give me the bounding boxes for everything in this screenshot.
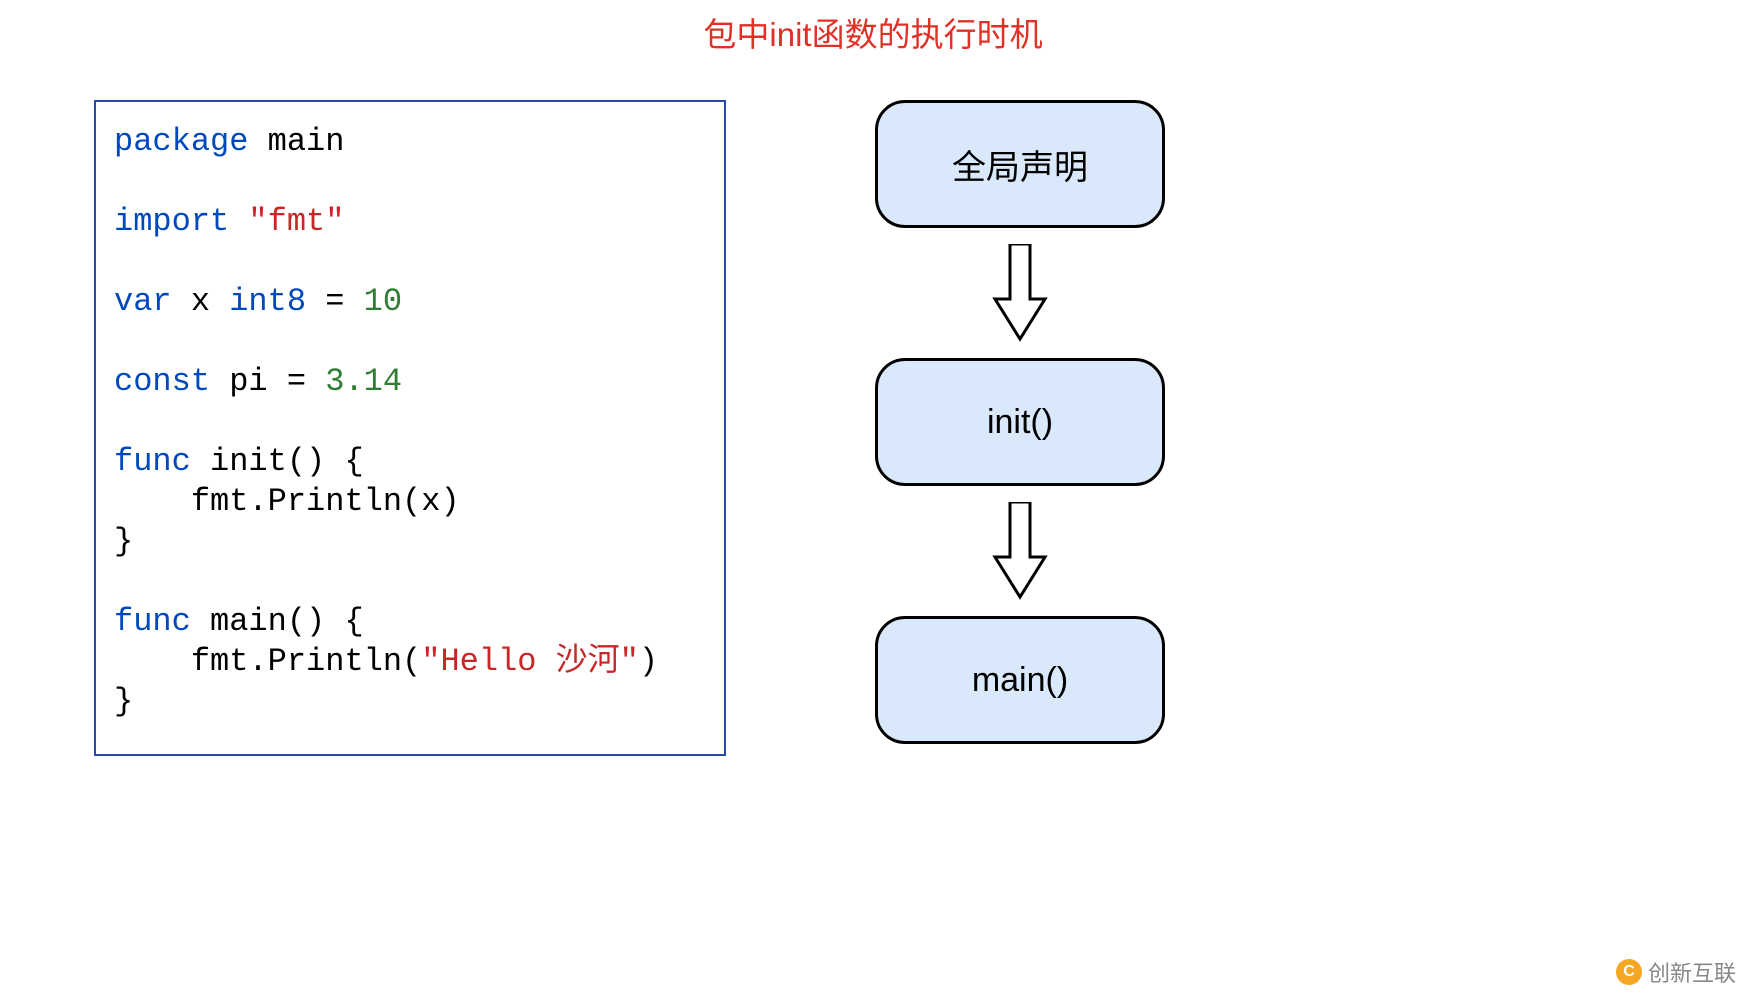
code-body: fmt.Println(x) — [114, 483, 460, 520]
brace-close: } — [114, 683, 133, 720]
watermark-text: 创新互联 — [1648, 956, 1736, 988]
number-literal: 3.14 — [325, 363, 402, 400]
keyword-const: const — [114, 363, 210, 400]
string-literal: "Hello 沙河" — [421, 643, 639, 680]
watermark-logo-icon: C — [1616, 959, 1642, 985]
flow-node-init: init() — [875, 358, 1165, 486]
brace-close: } — [114, 523, 133, 560]
func-signature: init() { — [191, 443, 364, 480]
flow-node-label: init() — [987, 403, 1053, 442]
flow-node-label: main() — [972, 661, 1068, 700]
arrow-down-icon — [990, 502, 1050, 602]
keyword-package: package — [114, 123, 248, 160]
keyword-func: func — [114, 443, 191, 480]
var-name: x — [172, 283, 230, 320]
code-body: fmt.Println( — [114, 643, 421, 680]
diagram-title: 包中init函数的执行时机 — [0, 8, 1746, 56]
flow-node-global: 全局声明 — [875, 100, 1165, 228]
code-text: = — [306, 283, 364, 320]
watermark: C 创新互联 — [1616, 956, 1736, 988]
keyword-var: var — [114, 283, 172, 320]
func-signature: main() { — [191, 603, 364, 640]
string-literal: "fmt" — [248, 203, 344, 240]
keyword-import: import — [114, 203, 229, 240]
keyword-func: func — [114, 603, 191, 640]
flow-node-label: 全局声明 — [952, 140, 1088, 189]
number-literal: 10 — [364, 283, 402, 320]
code-body: ) — [639, 643, 658, 680]
code-block: package main import "fmt" var x int8 = 1… — [94, 100, 726, 756]
code-text: main — [248, 123, 344, 160]
type-int8: int8 — [229, 283, 306, 320]
flow-node-main: main() — [875, 616, 1165, 744]
flow-diagram: 全局声明 init() main() — [870, 100, 1170, 744]
const-name: pi = — [210, 363, 325, 400]
arrow-down-icon — [990, 244, 1050, 344]
